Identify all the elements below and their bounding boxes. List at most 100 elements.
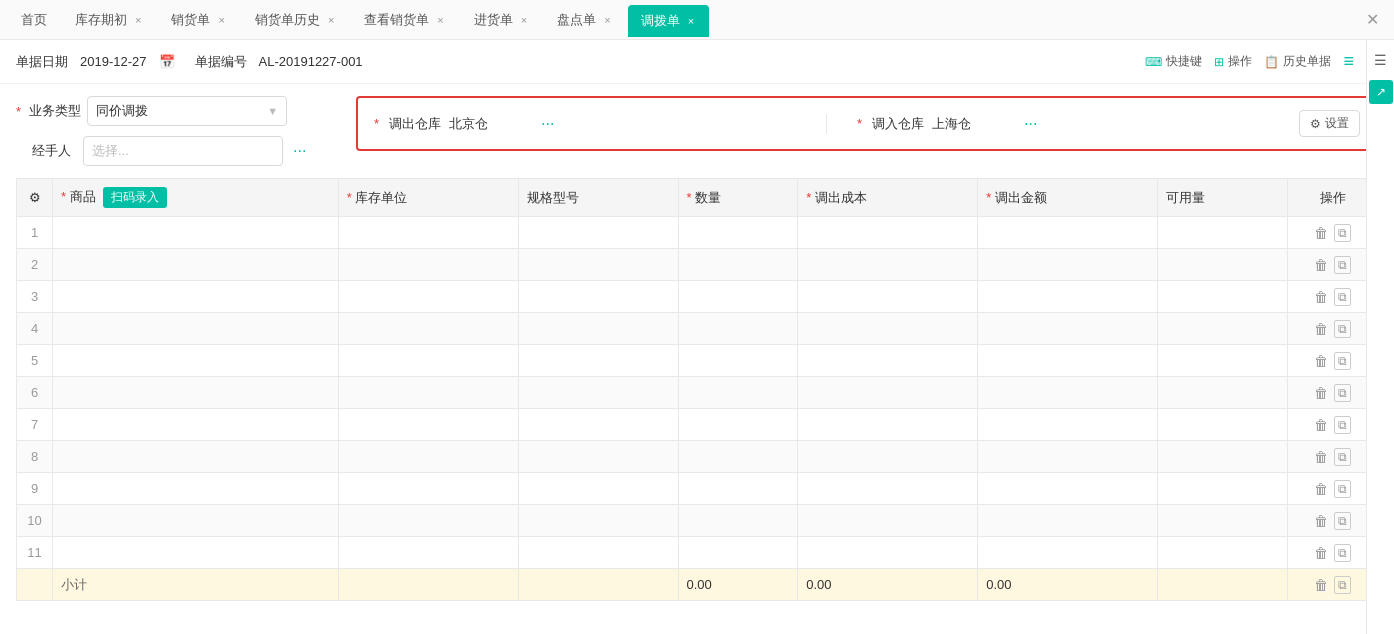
calendar-icon[interactable]: 📅 [159,54,175,69]
row-cost-8[interactable] [798,441,978,473]
row-unit-8[interactable] [338,441,518,473]
tab-inventory-check[interactable]: 盘点单 × [544,4,625,36]
row-qty-9[interactable] [678,473,798,505]
row-cost-10[interactable] [798,505,978,537]
tab-inventory-init[interactable]: 库存期初 × [62,4,156,36]
row-cost-5[interactable] [798,345,978,377]
gear-icon[interactable]: ⚙ [29,190,41,205]
row-qty-2[interactable] [678,249,798,281]
row-amount-8[interactable] [978,441,1158,473]
row-qty-8[interactable] [678,441,798,473]
row-unit-10[interactable] [338,505,518,537]
tab-inventory-init-close[interactable]: × [133,14,143,26]
row-available-10[interactable] [1158,505,1288,537]
row-available-8[interactable] [1158,441,1288,473]
subtotal-copy-icon[interactable]: ⧉ [1334,576,1351,594]
row-spec-1[interactable] [518,217,678,249]
row-available-3[interactable] [1158,281,1288,313]
tab-sales-order[interactable]: 销货单 × [158,4,239,36]
delete-icon-3[interactable]: 🗑 [1314,289,1328,305]
window-close-button[interactable]: ✕ [1358,6,1386,34]
operations-btn[interactable]: ⊞ 操作 [1214,53,1252,70]
row-amount-6[interactable] [978,377,1158,409]
operator-more-btn[interactable]: ··· [289,142,310,160]
copy-icon-11[interactable]: ⧉ [1334,544,1351,562]
row-available-11[interactable] [1158,537,1288,569]
row-product-11[interactable] [53,537,339,569]
row-product-2[interactable] [53,249,339,281]
row-product-3[interactable] [53,281,339,313]
row-product-8[interactable] [53,441,339,473]
row-product-1[interactable] [53,217,339,249]
row-spec-2[interactable] [518,249,678,281]
row-qty-7[interactable] [678,409,798,441]
operator-select[interactable]: 选择... [83,136,283,166]
sidebar-expand-icon[interactable]: ↗ [1369,80,1393,104]
delete-icon-1[interactable]: 🗑 [1314,225,1328,241]
row-spec-9[interactable] [518,473,678,505]
row-available-5[interactable] [1158,345,1288,377]
row-cost-4[interactable] [798,313,978,345]
row-qty-10[interactable] [678,505,798,537]
copy-icon-5[interactable]: ⧉ [1334,352,1351,370]
row-qty-3[interactable] [678,281,798,313]
tab-sales-history-close[interactable]: × [326,14,336,26]
tab-view-sales-close[interactable]: × [435,14,445,26]
row-product-9[interactable] [53,473,339,505]
tab-inventory-check-close[interactable]: × [602,14,612,26]
copy-icon-4[interactable]: ⧉ [1334,320,1351,338]
delete-icon-2[interactable]: 🗑 [1314,257,1328,273]
copy-icon-7[interactable]: ⧉ [1334,416,1351,434]
row-cost-9[interactable] [798,473,978,505]
sidebar-list-icon[interactable]: ☰ [1369,48,1393,72]
row-unit-11[interactable] [338,537,518,569]
delete-icon-7[interactable]: 🗑 [1314,417,1328,433]
row-spec-8[interactable] [518,441,678,473]
row-amount-4[interactable] [978,313,1158,345]
row-cost-11[interactable] [798,537,978,569]
row-spec-11[interactable] [518,537,678,569]
delete-icon-9[interactable]: 🗑 [1314,481,1328,497]
row-spec-5[interactable] [518,345,678,377]
warehouse-in-more-btn[interactable]: ··· [1020,115,1041,133]
row-qty-6[interactable] [678,377,798,409]
tab-purchase-order[interactable]: 进货单 × [461,4,542,36]
row-product-10[interactable] [53,505,339,537]
row-amount-1[interactable] [978,217,1158,249]
delete-icon-4[interactable]: 🗑 [1314,321,1328,337]
delete-icon-8[interactable]: 🗑 [1314,449,1328,465]
row-cost-7[interactable] [798,409,978,441]
row-unit-6[interactable] [338,377,518,409]
row-amount-10[interactable] [978,505,1158,537]
row-qty-1[interactable] [678,217,798,249]
row-available-7[interactable] [1158,409,1288,441]
warehouse-out-more-btn[interactable]: ··· [537,115,558,133]
row-spec-7[interactable] [518,409,678,441]
row-unit-9[interactable] [338,473,518,505]
copy-icon-9[interactable]: ⧉ [1334,480,1351,498]
row-product-6[interactable] [53,377,339,409]
copy-icon-2[interactable]: ⧉ [1334,256,1351,274]
row-cost-6[interactable] [798,377,978,409]
row-available-6[interactable] [1158,377,1288,409]
row-spec-4[interactable] [518,313,678,345]
delete-icon-6[interactable]: 🗑 [1314,385,1328,401]
row-unit-7[interactable] [338,409,518,441]
tab-view-sales[interactable]: 查看销货单 × [351,4,458,36]
row-qty-11[interactable] [678,537,798,569]
row-amount-9[interactable] [978,473,1158,505]
row-cost-3[interactable] [798,281,978,313]
tab-purchase-order-close[interactable]: × [519,14,529,26]
copy-icon-8[interactable]: ⧉ [1334,448,1351,466]
row-amount-7[interactable] [978,409,1158,441]
scan-entry-btn[interactable]: 扫码录入 [103,187,167,208]
copy-icon-1[interactable]: ⧉ [1334,224,1351,242]
delete-icon-5[interactable]: 🗑 [1314,353,1328,369]
row-amount-3[interactable] [978,281,1158,313]
row-product-7[interactable] [53,409,339,441]
row-cost-2[interactable] [798,249,978,281]
history-btn[interactable]: 📋 历史单据 [1264,53,1331,70]
row-available-4[interactable] [1158,313,1288,345]
row-available-9[interactable] [1158,473,1288,505]
row-spec-6[interactable] [518,377,678,409]
